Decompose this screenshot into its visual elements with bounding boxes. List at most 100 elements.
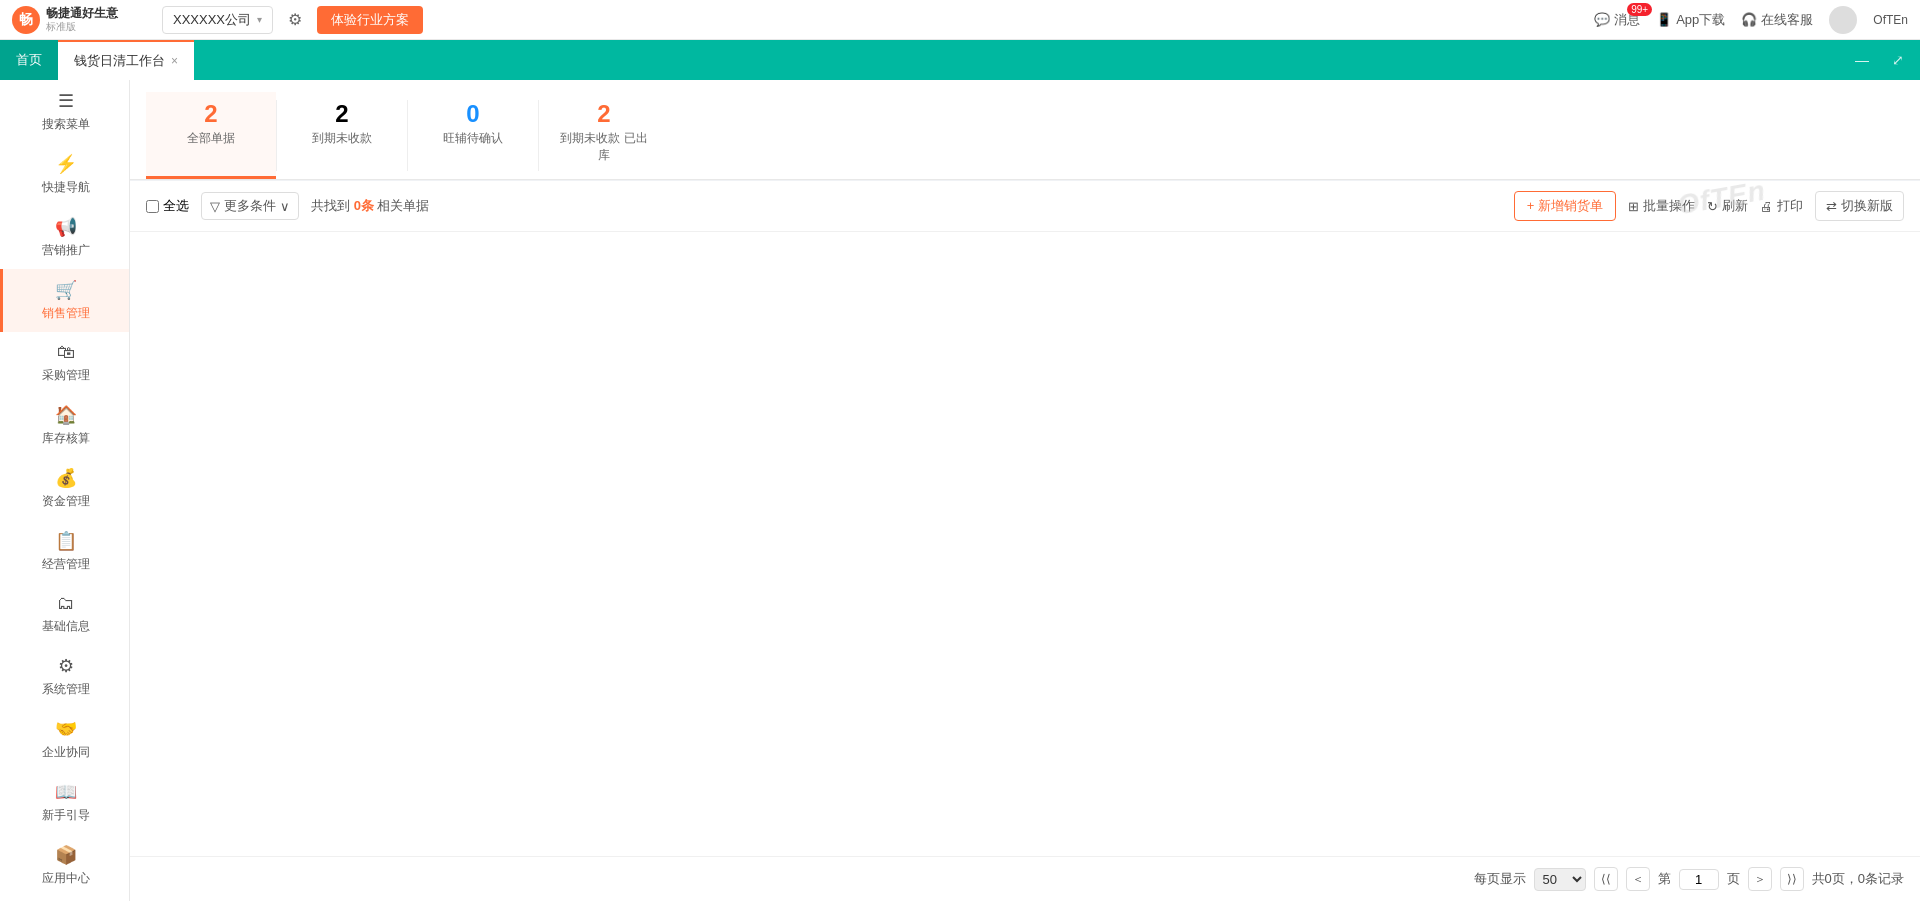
sidebar-icon-10: 🤝 <box>55 718 77 740</box>
last-page-button[interactable]: ⟩⟩ <box>1780 867 1804 891</box>
message-item[interactable]: 💬 消息 99+ <box>1594 11 1640 29</box>
stat-count-3: 2 <box>555 100 653 128</box>
sidebar-label-3: 销售管理 <box>42 305 90 322</box>
stat-label-2: 旺辅待确认 <box>424 130 522 147</box>
sidebar-item-7[interactable]: 📋经营管理 <box>0 520 129 583</box>
sidebar-item-9[interactable]: ⚙系统管理 <box>0 645 129 708</box>
chevron-down-icon: ▾ <box>257 14 262 25</box>
first-page-button[interactable]: ⟨⟨ <box>1594 867 1618 891</box>
logo-icon: 畅 <box>12 6 40 34</box>
sidebar-item-12[interactable]: 📦 应用中心 <box>0 834 129 897</box>
sidebar-label-8: 基础信息 <box>42 618 90 635</box>
chevron-down-icon: ∨ <box>280 199 290 214</box>
tab-active[interactable]: 钱货日清工作台 × <box>58 40 194 80</box>
online-service-item[interactable]: 🎧 在线客服 <box>1741 11 1813 29</box>
sidebar-label-4: 采购管理 <box>42 367 90 384</box>
main-layout: ☰搜索菜单⚡快捷导航 📢 营销推广 🛒销售管理 🛍 采购管理 🏠库存核算 💰 资金管理 📋经营管理… <box>0 80 1920 901</box>
stat-tab-1[interactable]: 2 到期未收款 <box>277 92 407 179</box>
sidebar-label-9: 系统管理 <box>42 681 90 698</box>
sidebar-item-8[interactable]: 🗂基础信息 <box>0 583 129 645</box>
found-prefix: 共找到 <box>311 198 350 213</box>
sidebar: ☰搜索菜单⚡快捷导航 📢 营销推广 🛒销售管理 🛍 采购管理 🏠库存核算 💰 资金管理 📋经营管理… <box>0 80 130 901</box>
sidebar-label-12: 应用中心 <box>42 870 90 887</box>
stat-tab-0[interactable]: 2 全部单据 <box>146 92 276 179</box>
per-page-label: 每页显示 <box>1474 870 1526 888</box>
sidebar-item-1[interactable]: ⚡快捷导航 <box>0 143 129 206</box>
sidebar-icon-7: 📋 <box>55 530 77 552</box>
page-label: 第 <box>1658 870 1671 888</box>
settings-button[interactable]: ⚙ <box>281 6 309 34</box>
message-icon: 💬 <box>1594 12 1610 27</box>
sidebar-item-11[interactable]: 📖新手引导 <box>0 771 129 834</box>
trial-button[interactable]: 体验行业方案 <box>317 6 423 34</box>
sidebar-icon-12: 📦 <box>55 844 77 866</box>
toolbar: 全选 ▽ 更多条件 ∨ 共找到 0条 相关单据 + 新增销货单 ⊞ 批量操作 <box>130 181 1920 232</box>
home-label: 首页 <box>16 51 42 69</box>
total-label: 共0页，0条记录 <box>1812 870 1904 888</box>
close-tab-icon[interactable]: × <box>171 54 178 68</box>
sidebar-item-3[interactable]: 🛒销售管理 <box>0 269 129 332</box>
nav-tabs: 首页 钱货日清工作台 × — ⤢ <box>0 40 1920 80</box>
add-icon: + 新增销货单 <box>1527 197 1603 215</box>
select-all-label[interactable]: 全选 <box>146 197 189 215</box>
sidebar-icon-6: 💰 <box>55 467 77 489</box>
sidebar-item-6[interactable]: 💰 资金管理 <box>0 457 129 520</box>
sidebar-icon-4: 🛍 <box>57 342 75 363</box>
sidebar-label-2: 营销推广 <box>42 242 90 259</box>
page-number-input[interactable] <box>1679 869 1719 890</box>
batch-operation-button[interactable]: ⊞ 批量操作 <box>1628 197 1695 215</box>
stat-count-2: 0 <box>424 100 522 128</box>
active-tab-label: 钱货日清工作台 <box>74 52 165 70</box>
sidebar-label-10: 企业协同 <box>42 744 90 761</box>
select-all-checkbox[interactable] <box>146 200 159 213</box>
add-sales-order-button[interactable]: + 新增销货单 <box>1514 191 1616 221</box>
sidebar-icon-0: ☰ <box>58 90 74 112</box>
company-selector[interactable]: XXXXXX公司 ▾ <box>162 6 273 34</box>
service-icon: 🎧 <box>1741 12 1757 27</box>
toolbar-right: + 新增销货单 ⊞ 批量操作 ↻ 刷新 🖨 打印 ⇄ 切换新版 <box>1514 191 1904 221</box>
refresh-button[interactable]: ↻ 刷新 <box>1707 197 1748 215</box>
sidebar-item-10[interactable]: 🤝 企业协同 <box>0 708 129 771</box>
app-download-item[interactable]: 📱 App下载 <box>1656 11 1725 29</box>
prev-page-button[interactable]: ＜ <box>1626 867 1650 891</box>
switch-version-button[interactable]: ⇄ 切换新版 <box>1815 191 1904 221</box>
page-suffix: 页 <box>1727 870 1740 888</box>
per-page-select[interactable]: 102050100 <box>1534 868 1586 891</box>
logo-area: 畅 畅捷通好生意 标准版 <box>12 6 142 34</box>
sidebar-label-6: 资金管理 <box>42 493 90 510</box>
stat-label-3: 到期未收款 已出库 <box>555 130 653 164</box>
maximize-button[interactable]: ⤢ <box>1884 46 1912 74</box>
next-page-button[interactable]: ＞ <box>1748 867 1772 891</box>
sidebar-item-4[interactable]: 🛍 采购管理 <box>0 332 129 394</box>
filter-label: 更多条件 <box>224 197 276 215</box>
avatar-name: OfTEn <box>1873 13 1908 27</box>
sidebar-item-13[interactable]: 💬企业微信 <box>0 897 129 901</box>
sidebar-icon-11: 📖 <box>55 781 77 803</box>
stat-count-1: 2 <box>293 100 391 128</box>
sidebar-icon-2: 📢 <box>55 216 77 238</box>
stat-label-0: 全部单据 <box>162 130 260 147</box>
stat-tab-3[interactable]: 2到期未收款 已出库 <box>539 92 669 179</box>
sidebar-item-2[interactable]: 📢 营销推广 <box>0 206 129 269</box>
found-count: 0条 <box>354 198 374 213</box>
refresh-label: 刷新 <box>1722 197 1748 215</box>
print-label: 打印 <box>1777 197 1803 215</box>
logo-sub: 标准版 <box>46 21 118 33</box>
online-service-label: 在线客服 <box>1761 11 1813 29</box>
minimize-button[interactable]: — <box>1848 46 1876 74</box>
stat-tab-2[interactable]: 0 旺辅待确认 <box>408 92 538 179</box>
stat-label-1: 到期未收款 <box>293 130 391 147</box>
stats-tabs: 2全部单据2到期未收款0旺辅待确认2到期未收款 已出库 <box>130 80 1920 180</box>
download-icon: 📱 <box>1656 12 1672 27</box>
filter-button[interactable]: ▽ 更多条件 ∨ <box>201 192 299 220</box>
batch-label: 批量操作 <box>1643 197 1695 215</box>
avatar[interactable] <box>1829 6 1857 34</box>
print-button[interactable]: 🖨 打印 <box>1760 197 1803 215</box>
sidebar-item-5[interactable]: 🏠库存核算 <box>0 394 129 457</box>
stat-count-0: 2 <box>162 100 260 128</box>
print-icon: 🖨 <box>1760 199 1773 214</box>
sidebar-item-0[interactable]: ☰搜索菜单 <box>0 80 129 143</box>
company-name: XXXXXX公司 <box>173 11 251 29</box>
sidebar-icon-1: ⚡ <box>55 153 77 175</box>
tab-home[interactable]: 首页 <box>0 40 58 80</box>
